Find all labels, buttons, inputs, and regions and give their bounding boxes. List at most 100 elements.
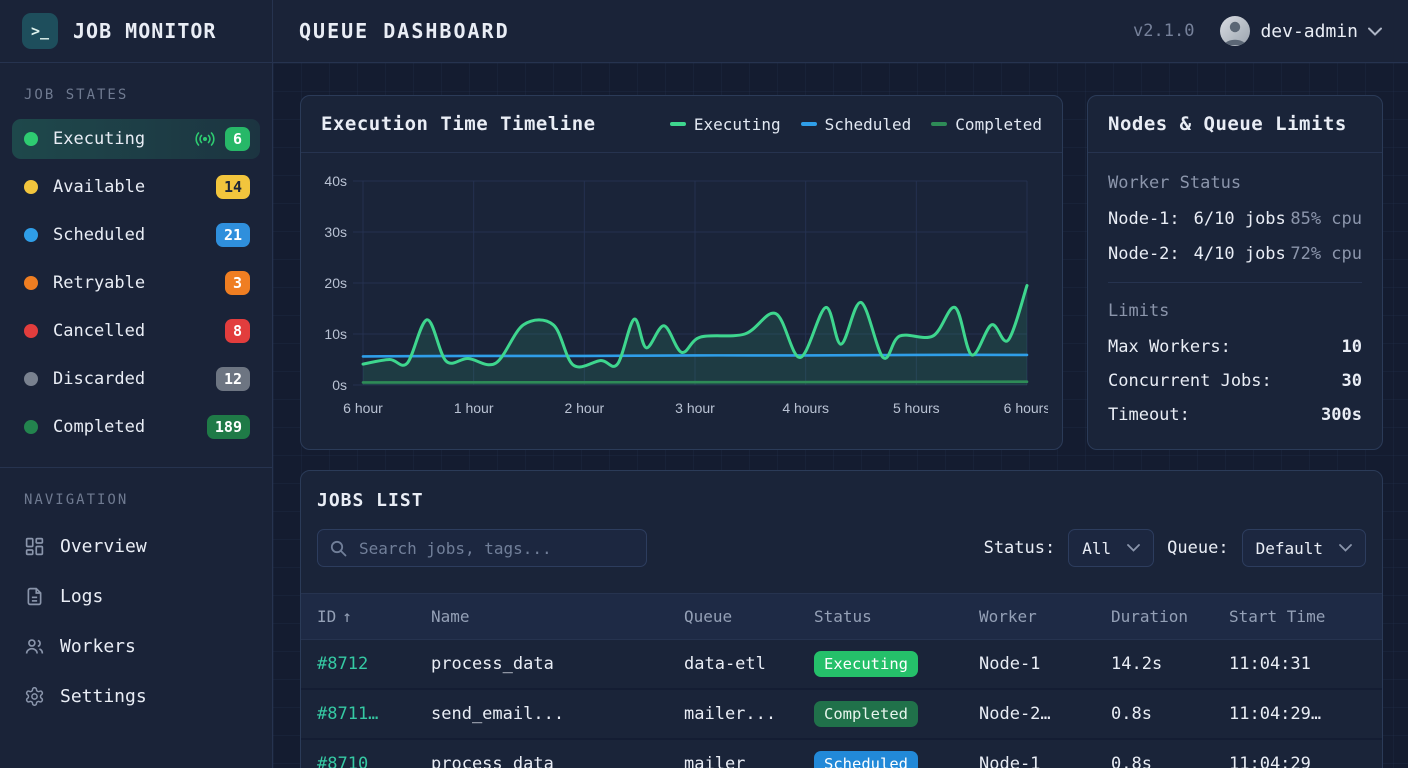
sidebar-item-retryable[interactable]: Retryable 3 xyxy=(12,263,260,303)
job-worker: Node-2… xyxy=(979,704,1051,724)
job-worker: Node-1 xyxy=(979,754,1041,768)
overview-grid-icon xyxy=(24,536,45,557)
job-queue: mailer xyxy=(684,754,746,768)
sidebar: JOB STATES Executing 6 Available 14 Sche… xyxy=(0,63,273,768)
sidebar-item-available[interactable]: Available 14 xyxy=(12,167,260,207)
status-badge: Scheduled xyxy=(814,751,918,768)
settings-gear-icon xyxy=(24,686,45,707)
limits-label: Limits xyxy=(1108,301,1170,321)
discarded-state-dot xyxy=(24,372,38,386)
sidebar-item-discarded[interactable]: Discarded 12 xyxy=(12,359,260,399)
table-row[interactable]: #8710 process_data mailer Scheduled Node… xyxy=(301,740,1382,768)
svg-text:1 hour: 1 hour xyxy=(454,400,494,416)
user-menu[interactable]: dev-admin xyxy=(1220,16,1382,46)
chevron-down-icon xyxy=(1368,27,1382,36)
state-label: Scheduled xyxy=(53,225,146,245)
status-filter-select[interactable]: All xyxy=(1068,529,1155,567)
brand-area: >_ JOB MONITOR xyxy=(0,0,273,63)
svg-text:3 hour: 3 hour xyxy=(675,400,715,416)
table-row[interactable]: #8712 process_data data-etl Executing No… xyxy=(301,640,1382,690)
sidebar-item-settings[interactable]: Settings xyxy=(12,674,260,718)
column-header-start-time[interactable]: Start Time xyxy=(1229,607,1366,626)
limit-row: Timeout: 300s xyxy=(1108,405,1362,425)
available-state-dot xyxy=(24,180,38,194)
column-header-id[interactable]: ID ↑ xyxy=(317,607,431,626)
svg-text:4 hours: 4 hours xyxy=(782,400,829,416)
limit-value: 300s xyxy=(1321,405,1362,425)
sidebar-item-scheduled[interactable]: Scheduled 21 xyxy=(12,215,260,255)
completed-count-badge: 189 xyxy=(206,415,250,439)
job-states-section-label: JOB STATES xyxy=(24,87,129,103)
jobs-search-box xyxy=(317,529,647,567)
legend-item-completed[interactable]: Completed xyxy=(931,115,1042,134)
state-label: Completed xyxy=(53,417,146,437)
sidebar-item-overview[interactable]: Overview xyxy=(12,524,260,568)
node-jobs: 6/10 jobs xyxy=(1193,209,1286,229)
legend-label: Scheduled xyxy=(824,114,912,134)
node-status-row: Node-1: 6/10 jobs 85% cpu xyxy=(1108,209,1362,229)
chart-legend: Executing Scheduled Completed xyxy=(669,114,1042,134)
topbar-right: v2.1.0 dev-admin xyxy=(1133,16,1382,46)
svg-text:5 hours: 5 hours xyxy=(893,400,940,416)
sidebar-item-executing[interactable]: Executing 6 xyxy=(12,119,260,159)
nodes-queue-limits-panel: Nodes & Queue Limits Worker Status Node-… xyxy=(1087,95,1383,450)
svg-text:2 hour: 2 hour xyxy=(564,400,604,416)
column-header-worker[interactable]: Worker xyxy=(979,607,1111,626)
topbar: QUEUE DASHBOARD v2.1.0 dev-admin xyxy=(273,0,1408,63)
jobs-filters: Status: All Queue: Default xyxy=(984,529,1366,567)
limit-row: Max Workers: 10 xyxy=(1108,337,1362,357)
execution-timeline-panel: Execution Time Timeline Executing Schedu… xyxy=(300,95,1063,450)
sidebar-item-workers[interactable]: Workers xyxy=(12,624,260,668)
live-signal-icon xyxy=(193,131,217,147)
column-header-queue[interactable]: Queue xyxy=(684,607,814,626)
job-id-link[interactable]: #8711… xyxy=(317,704,431,724)
status-filter-label: Status: xyxy=(983,538,1056,558)
sidebar-item-logs[interactable]: Logs xyxy=(12,574,260,618)
scheduled-state-dot xyxy=(24,228,38,242)
job-duration: 0.8s xyxy=(1111,754,1152,768)
nav-label: Settings xyxy=(60,685,147,707)
jobs-table-header: ID ↑ Name Queue Status Worker Duration St… xyxy=(301,593,1382,640)
discarded-count-badge: 12 xyxy=(215,367,250,391)
executing-state-dot xyxy=(24,132,38,146)
scheduled-legend-swatch xyxy=(800,122,817,126)
column-header-name[interactable]: Name xyxy=(431,607,684,626)
username: dev-admin xyxy=(1260,20,1358,42)
svg-text:0s: 0s xyxy=(332,377,347,393)
svg-text:30s: 30s xyxy=(324,224,347,240)
chevron-down-icon xyxy=(1339,544,1352,552)
panel-divider xyxy=(1108,282,1362,283)
queue-filter-label: Queue: xyxy=(1167,538,1229,558)
queue-filter-select[interactable]: Default xyxy=(1241,529,1366,567)
sidebar-divider xyxy=(0,467,272,468)
search-input[interactable] xyxy=(357,537,634,559)
job-start-time: 11:04:31 xyxy=(1229,654,1311,674)
job-name: process_data xyxy=(431,754,554,768)
sidebar-item-completed[interactable]: Completed 189 xyxy=(12,407,260,447)
table-row[interactable]: #8711… send_email... mailer... Completed… xyxy=(301,690,1382,740)
version-label: v2.1.0 xyxy=(1133,21,1195,41)
state-label: Cancelled xyxy=(53,321,146,341)
nav-label: Overview xyxy=(60,535,147,557)
status-badge: Executing xyxy=(814,651,918,677)
job-name: send_email... xyxy=(431,704,565,724)
retryable-count-badge: 3 xyxy=(224,271,250,295)
legend-item-executing[interactable]: Executing xyxy=(669,115,781,134)
cancelled-state-dot xyxy=(24,324,38,338)
timeline-chart: 6 hour 1 hour 2 hour 3 hour 4 hours 5 hours 6 … xyxy=(324,173,1048,416)
column-header-duration[interactable]: Duration xyxy=(1111,607,1229,626)
chevron-down-icon xyxy=(1127,544,1141,552)
job-queue: mailer... xyxy=(684,704,777,724)
navigation-section-label: NAVIGATION xyxy=(24,492,129,508)
svg-text:20s: 20s xyxy=(324,275,347,291)
job-id-link[interactable]: #8712 xyxy=(317,654,431,674)
completed-state-dot xyxy=(24,420,38,434)
column-header-status[interactable]: Status xyxy=(814,607,979,626)
job-worker: Node-1 xyxy=(979,654,1041,674)
job-id-link[interactable]: #8710 xyxy=(317,754,431,768)
sidebar-item-cancelled[interactable]: Cancelled 8 xyxy=(12,311,260,351)
terminal-logo-icon: >_ xyxy=(22,13,58,49)
node-jobs: 4/10 jobs xyxy=(1193,244,1286,264)
app-title: JOB MONITOR xyxy=(73,19,217,43)
legend-item-scheduled[interactable]: Scheduled xyxy=(800,114,912,134)
